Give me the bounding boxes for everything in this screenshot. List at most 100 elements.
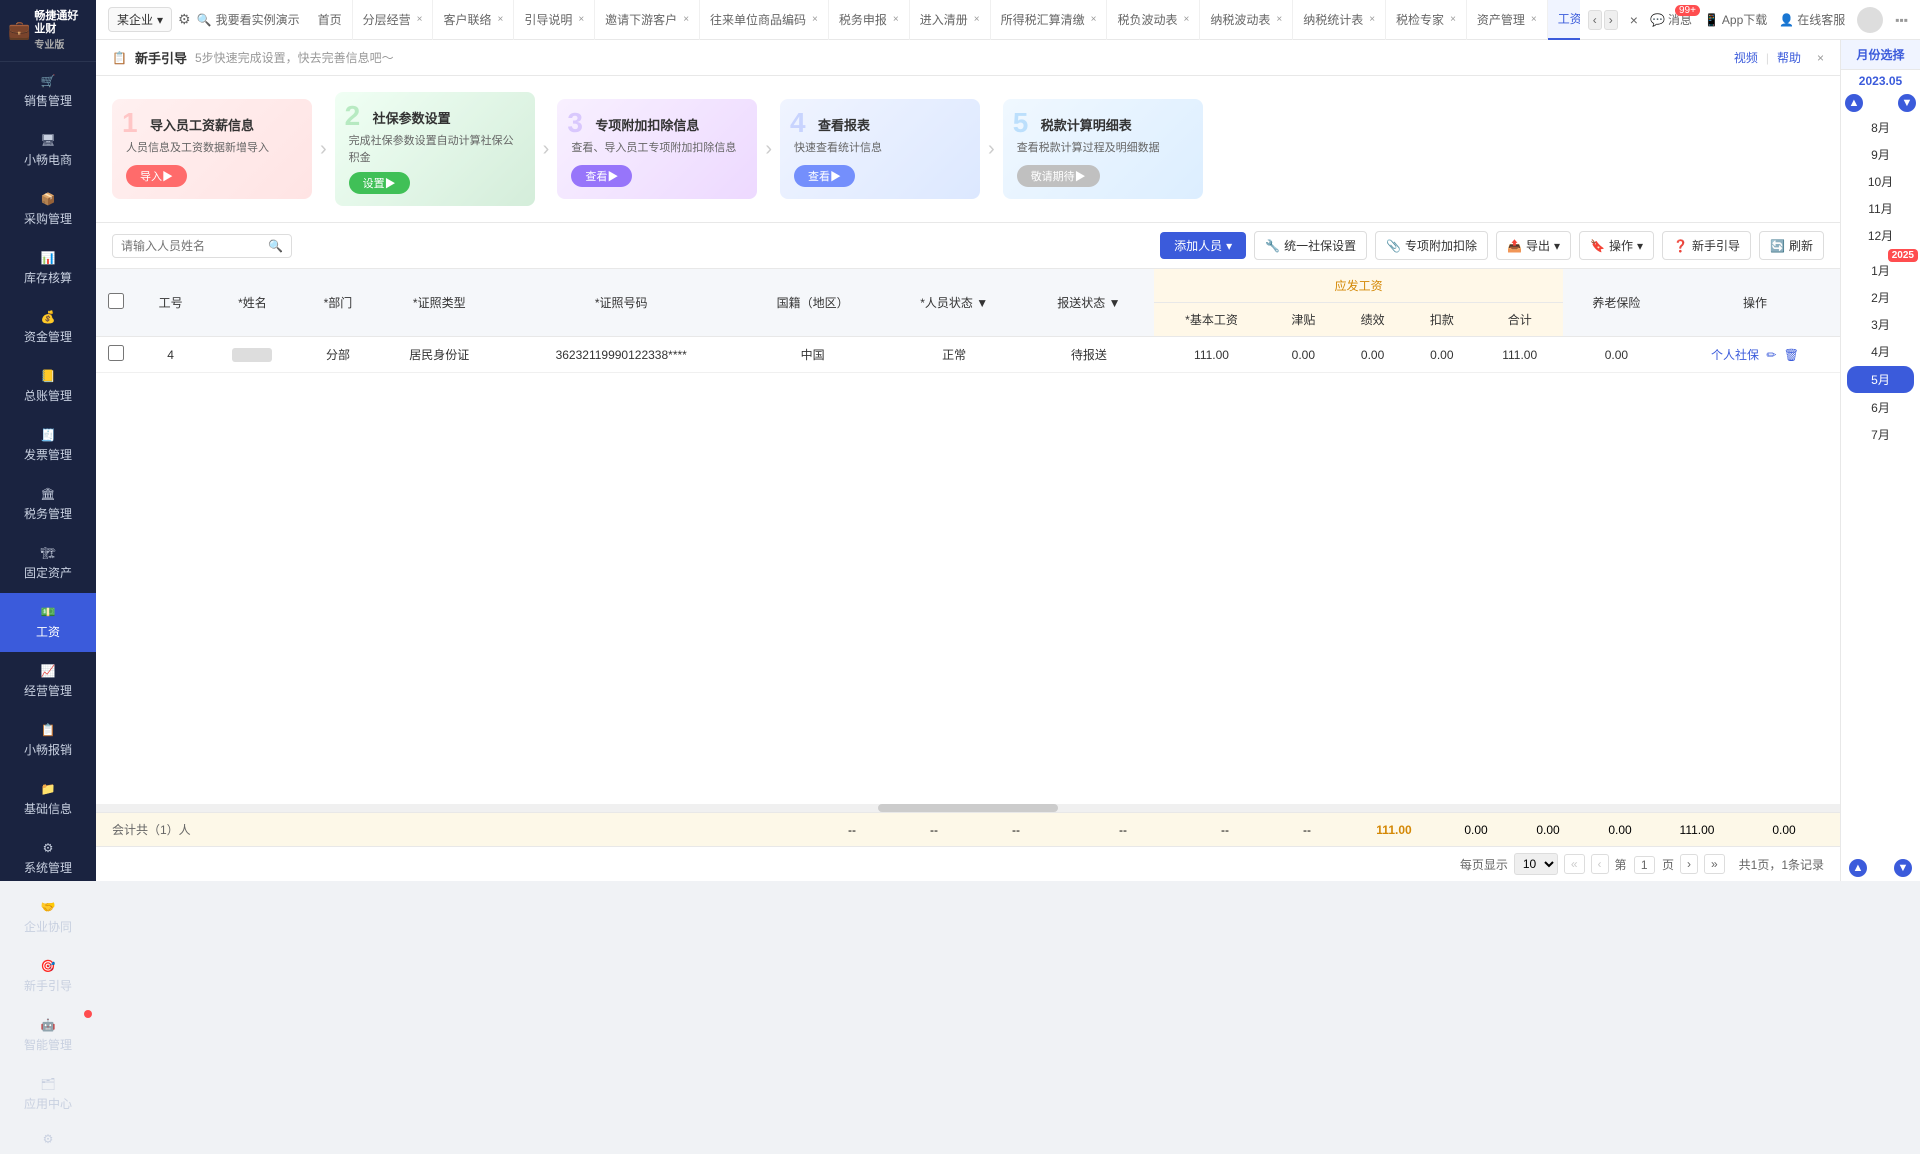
close-icon[interactable]: × (893, 14, 899, 25)
search-icon[interactable]: 🔍 (268, 239, 283, 253)
op-personal-insurance[interactable]: 个人社保 (1711, 348, 1759, 362)
sidebar-item-ai[interactable]: 🤖 智能管理 (0, 1006, 96, 1065)
user-avatar[interactable] (1857, 7, 1883, 33)
next-page-button[interactable]: › (1680, 854, 1698, 874)
app-download-button[interactable]: 📱 App下载 (1704, 11, 1767, 28)
sidebar-item-expense[interactable]: 📋 小畅报销 (0, 711, 96, 770)
tab-tax-expert[interactable]: 税检专家 × (1386, 0, 1467, 40)
close-icon[interactable]: × (578, 14, 584, 25)
close-icon[interactable]: × (1369, 14, 1375, 25)
tab-customer[interactable]: 客户联络 × (433, 0, 514, 40)
operations-button[interactable]: 🔖 操作 ▾ (1579, 231, 1654, 260)
sidebar-item-inventory[interactable]: 📊 库存核算 (0, 239, 96, 298)
user-selector[interactable]: 某企业 ▾ (108, 7, 172, 32)
select-all-checkbox[interactable] (108, 293, 124, 309)
per-page-select[interactable]: 10 20 50 (1514, 853, 1558, 875)
op-edit-icon[interactable]: ✏ (1766, 348, 1776, 362)
step-2-btn[interactable]: 设置▶ (349, 172, 410, 194)
tab-close-all[interactable]: × (1630, 12, 1638, 28)
special-deduction-button[interactable]: 📎 专项附加扣除 (1375, 231, 1488, 260)
close-icon[interactable]: × (974, 14, 980, 25)
sidebar-item-guide[interactable]: 🎯 新手引导 (0, 947, 96, 1006)
tab-clearance[interactable]: 进入清册 × (910, 0, 991, 40)
guide-close-icon[interactable]: × (1817, 51, 1824, 65)
row-checkbox[interactable] (108, 345, 124, 361)
sidebar-item-tax[interactable]: 🏛 税务管理 (0, 475, 96, 534)
month-12[interactable]: 12月 (1841, 222, 1920, 249)
sidebar-item-invoice[interactable]: 🧾 发票管理 (0, 416, 96, 475)
month-11[interactable]: 11月 (1841, 195, 1920, 222)
month-panel-footer-down-btn[interactable]: ▼ (1894, 859, 1912, 877)
close-icon[interactable]: × (1276, 14, 1282, 25)
prev-page-button[interactable]: ‹ (1591, 854, 1609, 874)
guide-video-link[interactable]: 视频 (1734, 49, 1758, 66)
month-panel-down-btn[interactable]: ▼ (1898, 94, 1916, 112)
online-service-button[interactable]: 👤 在线客服 (1779, 11, 1845, 28)
sidebar-item-finance[interactable]: 💰 资金管理 (0, 298, 96, 357)
month-panel-up-btn[interactable]: ▲ (1845, 94, 1863, 112)
close-icon[interactable]: × (683, 14, 689, 25)
tab-tax-stats[interactable]: 纳税统计表 × (1293, 0, 1386, 40)
sidebar-item-sales[interactable]: 🛒 销售管理 (0, 62, 96, 121)
close-icon[interactable]: × (1091, 14, 1097, 25)
sidebar-settings[interactable]: ⚙ (0, 1124, 96, 1154)
sidebar-item-ledger[interactable]: 📒 总账管理 (0, 357, 96, 416)
month-9[interactable]: 9月 (1841, 141, 1920, 168)
month-6[interactable]: 6月 (1841, 394, 1920, 421)
export-button[interactable]: 📤 导出 ▾ (1496, 231, 1571, 260)
add-person-button[interactable]: 添加人员 ▾ (1160, 232, 1246, 259)
close-icon[interactable]: × (1450, 14, 1456, 25)
sidebar-item-ecommerce[interactable]: 🖥 小畅电商 (0, 121, 96, 180)
tab-income-tax[interactable]: 所得税汇算清缴 × (991, 0, 1108, 40)
step-5-btn[interactable]: 敬请期待▶ (1017, 165, 1100, 187)
tab-layered[interactable]: 分层经营 × (353, 0, 434, 40)
report-filter-icon[interactable]: ▼ (1109, 296, 1121, 310)
more-icon[interactable]: ▪▪▪ (1895, 13, 1908, 27)
sidebar-item-operations[interactable]: 📈 经营管理 (0, 652, 96, 711)
month-2[interactable]: 2月 (1841, 284, 1920, 311)
tab-home[interactable]: 首页 (308, 0, 353, 40)
close-icon[interactable]: × (1531, 14, 1537, 25)
sidebar-item-salary[interactable]: 💵 工资 (0, 593, 96, 652)
tab-tax-fluctuation[interactable]: 纳税波动表 × (1200, 0, 1293, 40)
tab-product-code[interactable]: 往来单位商品编码 × (700, 0, 829, 40)
sidebar-item-assets[interactable]: 🏗 固定资产 (0, 534, 96, 593)
unified-settings-button[interactable]: 🔧 统一社保设置 (1254, 231, 1367, 260)
op-delete-icon[interactable]: 🗑 (1784, 348, 1799, 362)
sidebar-item-system[interactable]: ⚙ 系统管理 (0, 829, 96, 888)
sidebar-item-basic-info[interactable]: 📁 基础信息 (0, 770, 96, 829)
last-page-button[interactable]: » (1704, 854, 1725, 874)
tab-prev-arrow[interactable]: ‹ (1588, 10, 1602, 30)
status-filter-icon[interactable]: ▼ (976, 296, 988, 310)
close-icon[interactable]: × (812, 14, 818, 25)
tab-guide-desc[interactable]: 引导说明 × (514, 0, 595, 40)
message-button[interactable]: 💬 消息 99+ (1650, 11, 1692, 28)
tab-invite[interactable]: 邀请下游客户 × (595, 0, 700, 40)
scrollbar-thumb[interactable] (878, 804, 1058, 812)
close-icon[interactable]: × (417, 14, 423, 25)
close-icon[interactable]: × (1183, 14, 1189, 25)
refresh-button[interactable]: 🔄 刷新 (1759, 231, 1824, 260)
tab-tax-burden[interactable]: 税负波动表 × (1107, 0, 1200, 40)
sidebar-item-purchase[interactable]: 📦 采购管理 (0, 180, 96, 239)
month-4[interactable]: 4月 (1841, 338, 1920, 365)
step-4-btn[interactable]: 查看▶ (794, 165, 855, 187)
tab-next-arrow[interactable]: › (1604, 10, 1618, 30)
step-1-btn[interactable]: 导入▶ (126, 165, 187, 187)
first-page-button[interactable]: « (1564, 854, 1585, 874)
month-8[interactable]: 8月 (1841, 114, 1920, 141)
month-panel-footer-up-btn[interactable]: ▲ (1849, 859, 1867, 877)
tab-salary[interactable]: 工资表 × (1548, 0, 1580, 40)
month-5-active[interactable]: 5月 (1847, 366, 1914, 393)
month-3[interactable]: 3月 (1841, 311, 1920, 338)
month-7[interactable]: 7月 (1841, 421, 1920, 448)
guide-help-link[interactable]: 帮助 (1777, 49, 1801, 66)
tab-asset-mgmt[interactable]: 资产管理 × (1467, 0, 1548, 40)
demo-button[interactable]: 🔍 我要看实例演示 (197, 11, 300, 28)
horizontal-scrollbar[interactable] (96, 804, 1840, 812)
close-icon[interactable]: × (497, 14, 503, 25)
search-input[interactable] (121, 239, 264, 253)
month-10[interactable]: 10月 (1841, 168, 1920, 195)
sidebar-item-collab[interactable]: 🤝 企业协同 (0, 888, 96, 947)
settings-button[interactable]: ⚙ (178, 11, 191, 28)
